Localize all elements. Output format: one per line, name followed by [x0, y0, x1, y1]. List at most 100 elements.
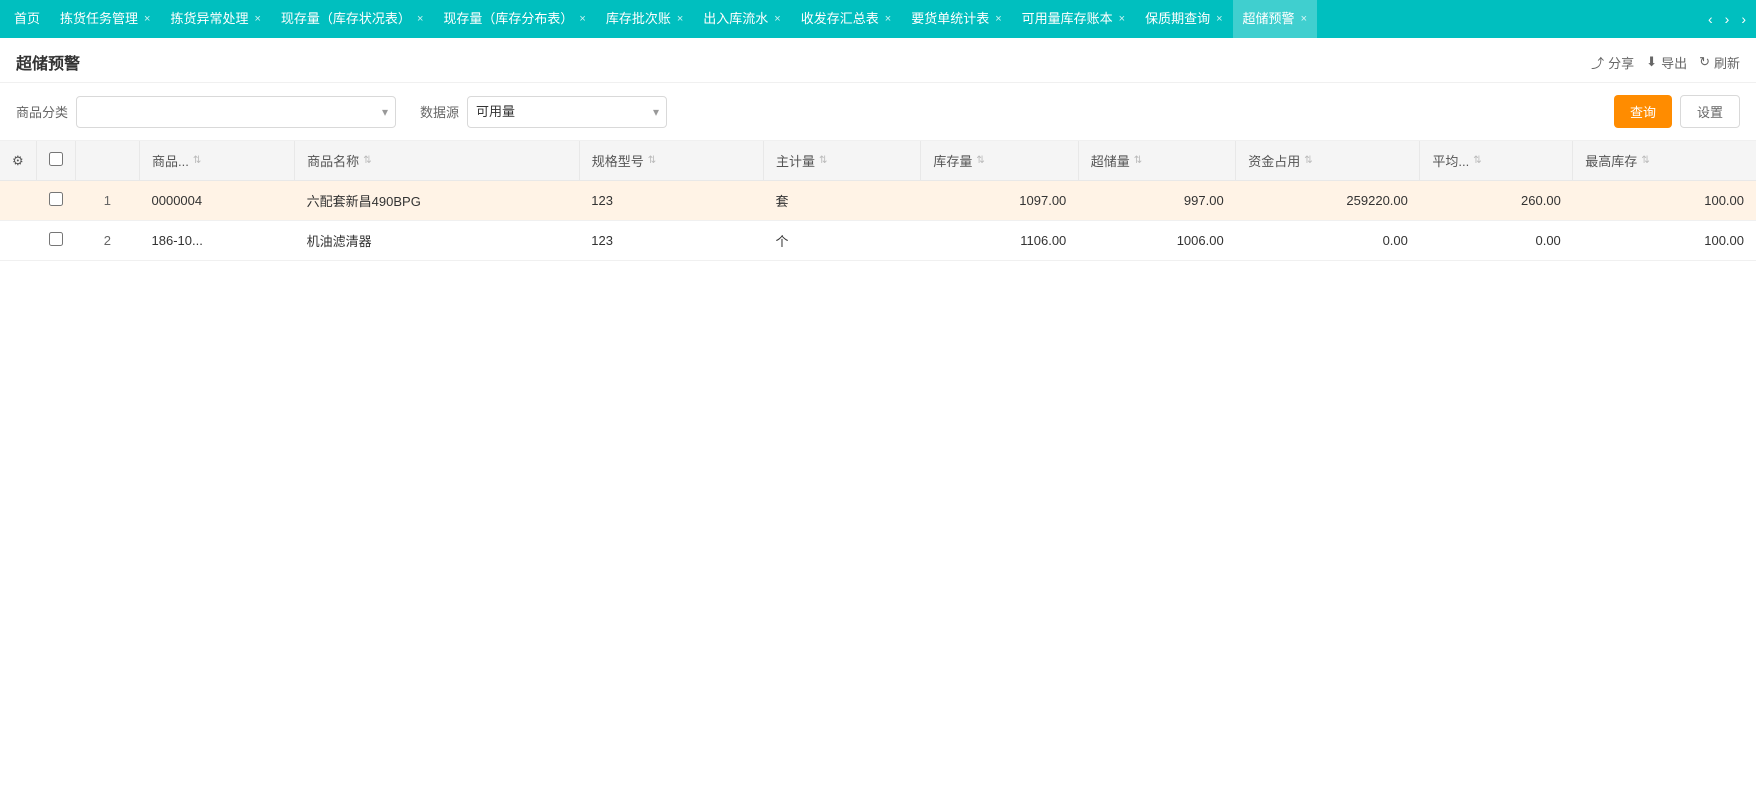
sort-icon: ⇅	[193, 155, 201, 166]
row-checkbox[interactable]	[49, 192, 63, 206]
table-row: 2 186-10... 机油滤清器 123 个 1106.00 1006.00 …	[0, 221, 1756, 261]
row-max-stock: 100.00	[1573, 181, 1756, 221]
close-icon[interactable]: ×	[774, 0, 780, 38]
row-avg: 260.00	[1420, 181, 1573, 221]
overstock-table: ⚙ 商品... ⇅ 商品名称	[0, 141, 1756, 261]
close-icon[interactable]: ×	[579, 0, 585, 38]
row-stock: 1097.00	[921, 181, 1078, 221]
close-icon[interactable]: ×	[1119, 0, 1125, 38]
row-unit: 个	[763, 221, 920, 261]
th-product-code[interactable]: 商品... ⇅	[140, 141, 295, 181]
nav-item-pick-task[interactable]: 拣货任务管理 ×	[50, 0, 160, 38]
row-spec: 123	[579, 181, 763, 221]
page-header: 超储预警 ⤴ 分享 ⬇ 导出 ↻ 刷新	[0, 38, 1756, 83]
row-product-code: 186-10...	[140, 221, 295, 261]
sort-icon: ⇅	[1473, 155, 1481, 166]
th-stock[interactable]: 库存量 ⇅	[921, 141, 1078, 181]
table-row: 1 0000004 六配套新昌490BPG 123 套 1097.00 997.…	[0, 181, 1756, 221]
select-all-checkbox[interactable]	[49, 152, 63, 166]
sort-icon: ⇅	[363, 155, 371, 166]
nav-item-receive-send[interactable]: 收发存汇总表 ×	[791, 0, 901, 38]
th-max-stock[interactable]: 最高库存 ⇅	[1573, 141, 1756, 181]
close-icon[interactable]: ×	[417, 0, 423, 38]
row-stock: 1106.00	[921, 221, 1078, 261]
row-product-code: 0000004	[140, 181, 295, 221]
refresh-icon: ↻	[1699, 54, 1710, 70]
sort-icon: ⇅	[648, 155, 656, 166]
nav-item-home[interactable]: 首页	[4, 0, 50, 38]
datasource-select-wrapper: 可用量 库存量 ▾	[467, 96, 667, 128]
nav-item-quality-period[interactable]: 保质期查询 ×	[1135, 0, 1232, 38]
row-spec: 123	[579, 221, 763, 261]
row-capital: 0.00	[1236, 221, 1420, 261]
nav-item-overstock[interactable]: 超储预警 ×	[1233, 0, 1317, 38]
close-icon[interactable]: ×	[254, 0, 260, 38]
share-button[interactable]: ⤴ 分享	[1591, 53, 1634, 72]
row-checkbox-cell	[36, 181, 75, 221]
row-gear-cell	[0, 221, 36, 261]
refresh-button[interactable]: ↻ 刷新	[1699, 53, 1740, 72]
th-overstock[interactable]: 超储量 ⇅	[1078, 141, 1235, 181]
row-capital: 259220.00	[1236, 181, 1420, 221]
export-button[interactable]: ⬇ 导出	[1646, 53, 1687, 72]
export-icon: ⬇	[1646, 54, 1657, 70]
share-icon: ⤴	[1591, 53, 1604, 72]
row-checkbox-cell	[36, 221, 75, 261]
close-icon[interactable]: ×	[1301, 0, 1307, 38]
nav-item-stock-batch[interactable]: 库存批次账 ×	[596, 0, 693, 38]
th-spec[interactable]: 规格型号 ⇅	[579, 141, 763, 181]
row-product-name: 机油滤清器	[295, 221, 580, 261]
row-number: 2	[75, 221, 139, 261]
th-unit[interactable]: 主计量 ⇅	[763, 141, 920, 181]
th-product-name[interactable]: 商品名称 ⇅	[295, 141, 580, 181]
category-select[interactable]	[76, 96, 396, 128]
nav-item-inout-flow[interactable]: 出入库流水 ×	[693, 0, 790, 38]
close-icon[interactable]: ×	[144, 0, 150, 38]
close-icon[interactable]: ×	[885, 0, 891, 38]
settings-gear-icon[interactable]: ⚙	[12, 153, 24, 168]
sort-icon: ⇅	[1134, 155, 1142, 166]
header-actions: ⤴ 分享 ⬇ 导出 ↻ 刷新	[1591, 53, 1740, 72]
filter-actions: 查询 设置	[1614, 95, 1740, 128]
close-icon[interactable]: ×	[995, 0, 1001, 38]
category-select-wrapper: ▾	[76, 96, 396, 128]
datasource-label: 数据源	[420, 102, 459, 121]
row-checkbox[interactable]	[49, 232, 63, 246]
row-unit: 套	[763, 181, 920, 221]
sort-icon: ⇅	[976, 155, 984, 166]
th-row-num	[75, 141, 139, 181]
table-container: ⚙ 商品... ⇅ 商品名称	[0, 141, 1756, 261]
close-icon[interactable]: ×	[677, 0, 683, 38]
sort-icon: ⇅	[1641, 155, 1649, 166]
nav-item-pick-exception[interactable]: 拣货异常处理 ×	[160, 0, 270, 38]
nav-item-stock-status[interactable]: 现存量（库存状况表） ×	[271, 0, 433, 38]
datasource-select[interactable]: 可用量 库存量	[467, 96, 667, 128]
nav-item-available-stock[interactable]: 可用量库存账本 ×	[1012, 0, 1135, 38]
row-gear-cell	[0, 181, 36, 221]
settings-button[interactable]: 设置	[1680, 95, 1740, 128]
filter-area: 商品分类 ▾ 数据源 可用量 库存量 ▾ 查询 设置	[0, 83, 1756, 141]
page-title: 超储预警	[16, 50, 80, 74]
nav-expand-button[interactable]: ›	[1735, 7, 1752, 31]
row-max-stock: 100.00	[1573, 221, 1756, 261]
top-navigation: 首页 拣货任务管理 × 拣货异常处理 × 现存量（库存状况表） × 现存量（库存…	[0, 0, 1756, 38]
row-avg: 0.00	[1420, 221, 1573, 261]
th-capital[interactable]: 资金占用 ⇅	[1236, 141, 1420, 181]
table-header-row: ⚙ 商品... ⇅ 商品名称	[0, 141, 1756, 181]
query-button[interactable]: 查询	[1614, 95, 1672, 128]
close-icon[interactable]: ×	[1216, 0, 1222, 38]
category-label: 商品分类	[16, 102, 68, 121]
row-overstock: 1006.00	[1078, 221, 1235, 261]
nav-prev-button[interactable]: ‹	[1702, 7, 1719, 31]
row-number: 1	[75, 181, 139, 221]
sort-icon: ⇅	[1304, 155, 1312, 166]
page-content: 超储预警 ⤴ 分享 ⬇ 导出 ↻ 刷新 商品分类 ▾	[0, 38, 1756, 800]
nav-item-stock-dist[interactable]: 现存量（库存分布表） ×	[433, 0, 595, 38]
row-product-name: 六配套新昌490BPG	[295, 181, 580, 221]
nav-item-order-stats[interactable]: 要货单统计表 ×	[901, 0, 1011, 38]
th-avg[interactable]: 平均... ⇅	[1420, 141, 1573, 181]
category-filter: 商品分类 ▾	[16, 96, 396, 128]
nav-next-button[interactable]: ›	[1719, 7, 1736, 31]
checkbox-column-header	[36, 141, 75, 181]
row-overstock: 997.00	[1078, 181, 1235, 221]
